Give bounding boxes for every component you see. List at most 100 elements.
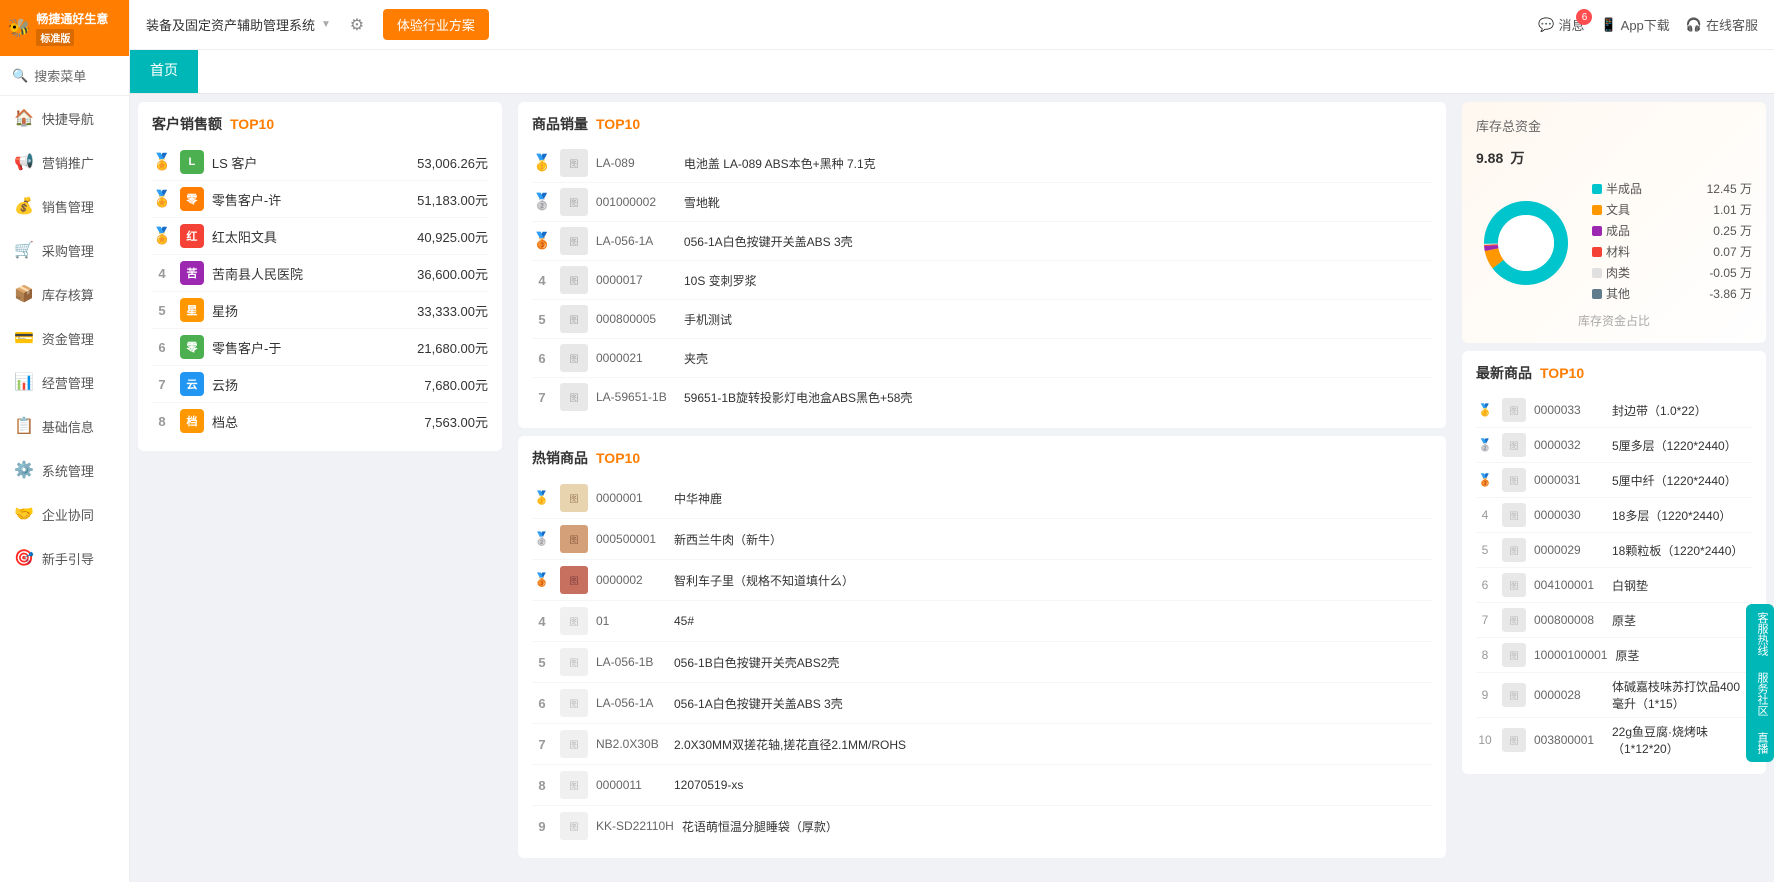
hot-code-9: KK-SD22110H (596, 819, 674, 833)
hot-top10-label: TOP10 (596, 450, 640, 466)
rank-name-7: 云扬 (212, 375, 416, 394)
prod-name-4: 10S 变刺罗浆 (684, 272, 1432, 289)
new-prod-9: 9 图 0000028 体碱嘉枝味苏打饮品400毫升（1*15） (1476, 673, 1752, 718)
sidebar-item-purchase[interactable]: 🛒 采购管理 (0, 228, 129, 272)
legend-dot-1 (1592, 205, 1602, 215)
float-btn-live[interactable]: 直播 (1746, 724, 1774, 762)
inventory-amount: 9.88 万 (1476, 139, 1752, 170)
sidebar-item-enterprise[interactable]: 🤝 企业协同 (0, 492, 129, 536)
sidebar-item-finance[interactable]: 💳 资金管理 (0, 316, 129, 360)
new-code-9: 0000028 (1534, 688, 1604, 702)
system-name: 装备及固定资产辅助管理系统 (146, 15, 315, 34)
hot-name-5: 056-1B白色按键开关壳ABS2壳 (674, 654, 1432, 671)
legend-label-4: 肉类 (1606, 264, 1630, 281)
prod-rank-num-5: 5 (532, 312, 552, 327)
new-prod-3: 🥉 图 0000031 5厘中纤（1220*2440） (1476, 463, 1752, 498)
hot-name-6: 056-1A白色按键开关盖ABS 3壳 (674, 695, 1432, 712)
message-button[interactable]: 💬 消息 6 (1538, 15, 1584, 34)
sidebar-item-system[interactable]: ⚙️ 系统管理 (0, 448, 129, 492)
hot-item-8: 8 图 0000011 12070519-xs (532, 765, 1432, 806)
hot-name-8: 12070519-xs (674, 778, 1432, 792)
sidebar-item-inventory[interactable]: 📦 库存核算 (0, 272, 129, 316)
sidebar-item-basic-info[interactable]: 📋 基础信息 (0, 404, 129, 448)
system-icon: ⚙️ (14, 460, 34, 480)
avatar-6: 零 (180, 335, 204, 359)
sidebar-item-sales[interactable]: 💰 销售管理 (0, 184, 129, 228)
inventory-amount-value: 9.88 (1476, 150, 1503, 166)
product-sales-list: 🥇 图 LA-089 电池盖 LA-089 ABS本色+黑种 7.1克 🥈 图 (532, 144, 1432, 416)
hot-name-9: 花语萌恒温分腿睡袋（厚款） (682, 818, 1432, 835)
legend-value-1: 1.01 万 (1713, 201, 1752, 218)
logo-badge: 标准版 (36, 29, 74, 46)
hot-name-2: 新西兰牛肉（新牛） (674, 531, 1432, 548)
rank-item-1: 🏅 L LS 客户 53,006.26元 (152, 144, 488, 181)
sidebar-item-label: 企业协同 (42, 505, 94, 524)
sidebar-item-quick-nav[interactable]: 🏠 快捷导航 (0, 96, 129, 140)
new-rank-8: 8 (1476, 648, 1494, 662)
inventory-title: 库存总资金 (1476, 116, 1752, 135)
hot-item-3: 🥉 图 0000002 智利车子里（规格不知道填什么） (532, 560, 1432, 601)
sidebar-item-label: 采购管理 (42, 241, 94, 260)
operations-icon: 📊 (14, 372, 34, 392)
prod-rank-item-4: 4 图 0000017 10S 变刺罗浆 (532, 261, 1432, 300)
new-name-10: 22g鱼豆腐·烧烤味（1*12*20） (1612, 723, 1752, 757)
finance-icon: 💳 (14, 328, 34, 348)
hot-products-title: 热销商品 TOP10 (532, 448, 1432, 468)
new-code-8: 10000100001 (1534, 648, 1607, 662)
prod-rank-item-1: 🥇 图 LA-089 电池盖 LA-089 ABS本色+黑种 7.1克 (532, 144, 1432, 183)
hot-item-7: 7 图 NB2.0X30B 2.0X30MM双搓花轴,搓花直径2.1MM/ROH… (532, 724, 1432, 765)
try-button[interactable]: 体验行业方案 (383, 9, 489, 40)
rank-item-5: 5 星 星扬 33,333.00元 (152, 292, 488, 329)
float-btn-service[interactable]: 客服热线 (1746, 604, 1774, 664)
prod-top10-label: TOP10 (596, 116, 640, 132)
search-menu-item[interactable]: 🔍 搜索菜单 (0, 56, 129, 96)
new-products-list: 🥇 图 0000033 封边带（1.0*22） 🥈 图 0000032 5厘多层… (1476, 393, 1752, 762)
hot-item-1: 🥇 图 0000001 中华神鹿 (532, 478, 1432, 519)
new-code-5: 0000029 (1534, 543, 1604, 557)
sidebar-item-label: 系统管理 (42, 461, 94, 480)
new-code-2: 0000032 (1534, 438, 1604, 452)
new-rank-7: 7 (1476, 613, 1494, 627)
float-btn-community[interactable]: 服务社区 (1746, 664, 1774, 724)
sidebar-item-operations[interactable]: 📊 经营管理 (0, 360, 129, 404)
new-code-4: 0000030 (1534, 508, 1604, 522)
prod-img-5: 图 (560, 305, 588, 333)
float-support: 客服热线 服务社区 直播 (1746, 604, 1774, 762)
legend-value-0: 12.45 万 (1707, 180, 1752, 197)
top-header: 装备及固定资产辅助管理系统 ▼ ⚙ 体验行业方案 💬 消息 6 📱 App下载 … (130, 0, 1774, 50)
donut-svg (1476, 193, 1576, 293)
hot-rank-6: 6 (532, 696, 552, 711)
sidebar-item-label: 库存核算 (42, 285, 94, 304)
donut-chart (1476, 193, 1576, 293)
system-selector[interactable]: 装备及固定资产辅助管理系统 ▼ (146, 15, 331, 34)
rank-num-5: 5 (152, 303, 172, 318)
hot-name-7: 2.0X30MM双搓花轴,搓花直径2.1MM/ROHS (674, 736, 1432, 753)
tab-home[interactable]: 首页 (130, 50, 198, 93)
online-service-button[interactable]: 🎧 在线客服 (1686, 15, 1758, 34)
rank-value-7: 7,680.00元 (424, 375, 488, 394)
new-img-10: 图 (1502, 728, 1526, 752)
customer-rank-list: 🏅 L LS 客户 53,006.26元 🏅 零 零售客户-许 51,183.0… (152, 144, 488, 439)
legend-dot-3 (1592, 247, 1602, 257)
sidebar-item-label: 快捷导航 (42, 109, 94, 128)
hot-img-9: 图 (560, 812, 588, 840)
hot-img-6: 图 (560, 689, 588, 717)
sidebar-item-marketing[interactable]: 📢 营销推广 (0, 140, 129, 184)
sidebar-item-label: 营销推广 (42, 153, 94, 172)
app-download-button[interactable]: 📱 App下载 (1600, 15, 1669, 34)
hot-img-7: 图 (560, 730, 588, 758)
rank-name-4: 苦南县人民医院 (212, 264, 409, 283)
settings-button[interactable]: ⚙ (343, 11, 371, 39)
sidebar-item-guide[interactable]: 🎯 新手引导 (0, 536, 129, 580)
main-columns: 客户销售额 TOP10 🏅 L LS 客户 53,006.26元 🏅 零 (130, 94, 1774, 882)
hot-img-1: 图 (560, 484, 588, 512)
prod-rank-item-6: 6 图 0000021 夹壳 (532, 339, 1432, 378)
rank-value-1: 53,006.26元 (417, 153, 488, 172)
product-sales-card: 商品销量 TOP10 🥇 图 LA-089 电池盖 LA-089 ABS本色+黑… (518, 102, 1446, 428)
inventory-sub-label: 库存资金占比 (1476, 312, 1752, 329)
hot-rank-7: 7 (532, 737, 552, 752)
customer-ranking-title: 客户销售额 TOP10 (152, 114, 488, 134)
main-area: 装备及固定资产辅助管理系统 ▼ ⚙ 体验行业方案 💬 消息 6 📱 App下载 … (130, 0, 1774, 882)
headset-icon: 🎧 (1686, 17, 1702, 33)
medal-icon-2: 🏅 (152, 189, 172, 209)
